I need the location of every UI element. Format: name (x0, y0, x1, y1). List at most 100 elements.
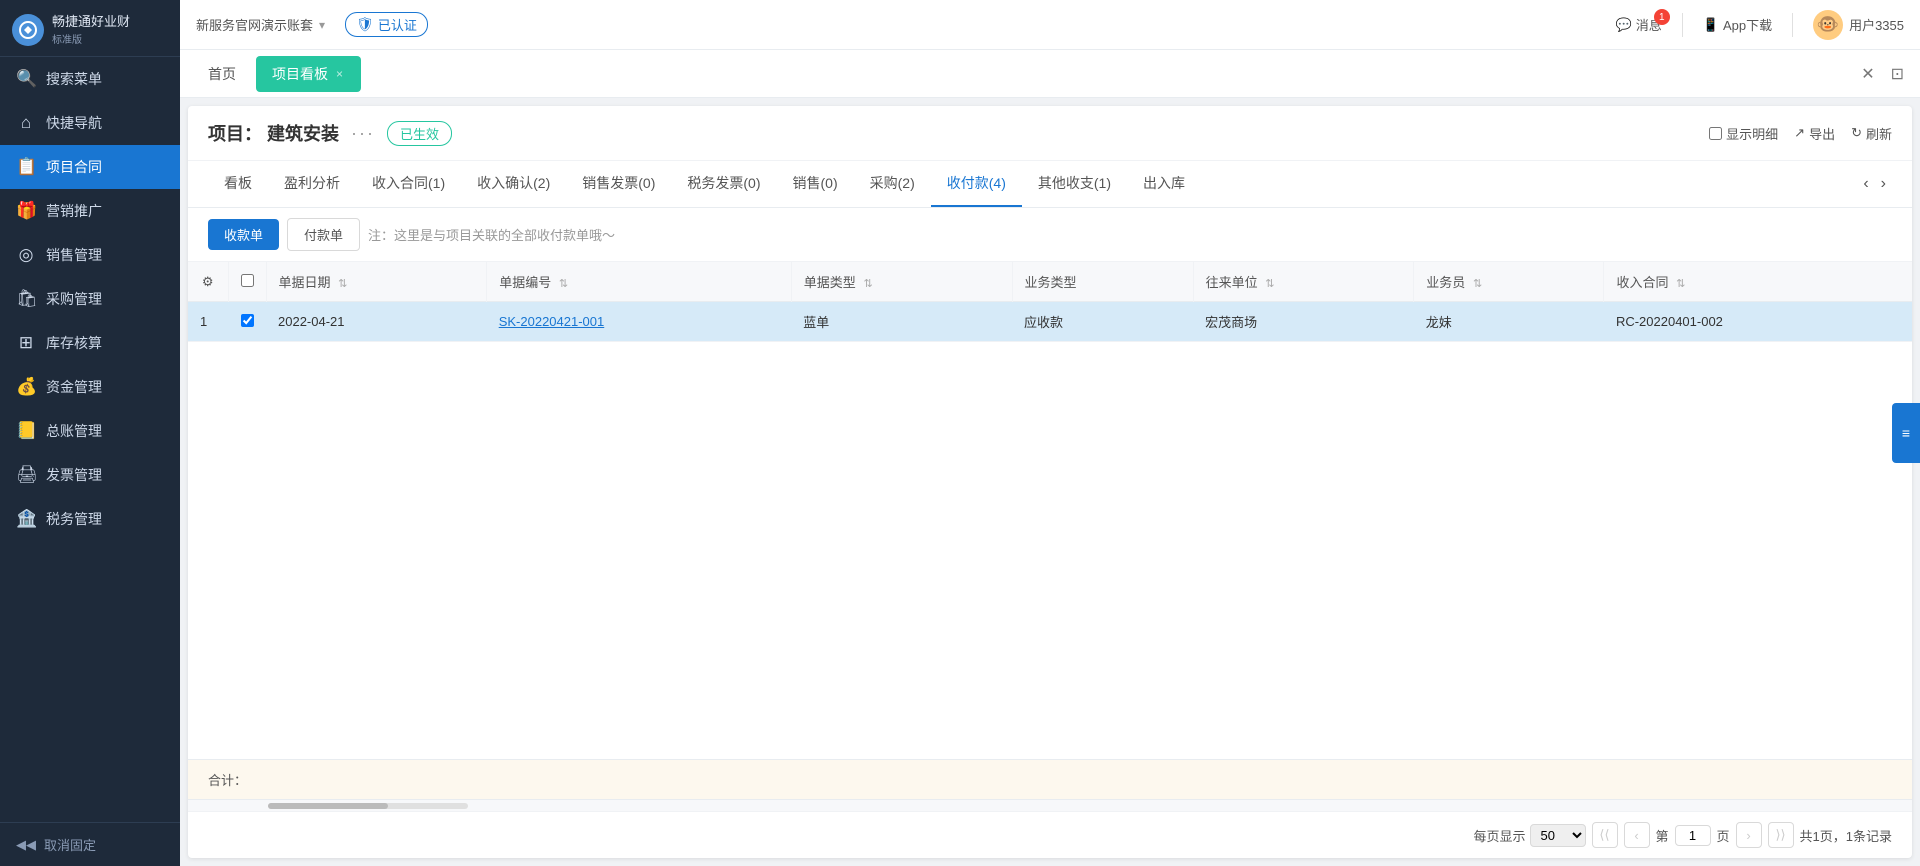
row-checkbox[interactable] (241, 314, 254, 327)
right-panel-toggle[interactable]: ≡ (1892, 403, 1920, 463)
app-name-block: 畅捷通好业财 标准版 (52, 14, 130, 46)
settings-icon: ⚙ (202, 274, 214, 289)
sidebar-item-project-contract[interactable]: 📋 项目合同 (0, 145, 180, 189)
sidebar-item-marketing[interactable]: 🎁 营销推广 (0, 189, 180, 233)
sidebar-item-invoice[interactable]: 🖨 发票管理 (0, 453, 180, 497)
th-partner[interactable]: 往来单位 ⇅ (1193, 262, 1414, 302)
subtab-prev-icon[interactable]: ‹ (1857, 167, 1874, 201)
tax-icon: 🏦 (16, 509, 36, 529)
main-area: 新服务官网演示账套 ▾ 🛡 已认证 💬 消息 1 📱 App下载 🐵 用户335… (180, 0, 1920, 866)
app-download-btn[interactable]: 📱 App下载 (1703, 15, 1772, 34)
subtab-nav: ‹ › (1857, 167, 1892, 201)
subtab-tax-invoice[interactable]: 税务发票(0) (671, 161, 776, 207)
sidebar-menu: 🔍 搜索菜单 ⌂ 快捷导航 📋 项目合同 🎁 营销推广 ◎ 销售管理 🛍 采购管… (0, 57, 180, 822)
tabbar-actions: ✕ ⊡ (1857, 60, 1908, 88)
subtab-warehouse[interactable]: 出入库 (1127, 161, 1201, 207)
more-options-btn[interactable]: ··· (351, 123, 375, 144)
sidebar-item-label: 税务管理 (46, 509, 102, 529)
subtab-sales[interactable]: 销售(0) (777, 161, 854, 207)
tab-home[interactable]: 首页 (192, 56, 252, 92)
refresh-btn[interactable]: ↻ 刷新 (1851, 124, 1892, 143)
tab-close-icon[interactable]: × (334, 67, 345, 81)
cell-type: 蓝单 (791, 302, 1012, 342)
subtab-payment[interactable]: 收付款(4) (931, 161, 1022, 207)
cell-index: 1 (188, 302, 228, 342)
table-footer: 合计： (188, 759, 1912, 799)
sidebar-item-ledger[interactable]: 📒 总账管理 (0, 409, 180, 453)
subtab-purchase[interactable]: 采购(2) (854, 161, 931, 207)
th-salesman[interactable]: 业务员 ⇅ (1414, 262, 1604, 302)
cell-check[interactable] (228, 302, 266, 342)
sub-toolbar-note: 注：这里是与项目关联的全部收付款单哦～ (368, 225, 615, 244)
th-type-label: 单据类型 (804, 275, 856, 290)
th-number[interactable]: 单据编号 ⇅ (487, 262, 792, 302)
page-size-dropdown[interactable]: 20 50 100 (1530, 824, 1586, 847)
sidebar-item-search[interactable]: 🔍 搜索菜单 (0, 57, 180, 101)
page-size-select[interactable]: 每页显示 20 50 100 (1473, 824, 1585, 847)
messages-btn[interactable]: 💬 消息 1 (1616, 15, 1662, 34)
sidebar-item-sales[interactable]: ◎ 销售管理 (0, 233, 180, 277)
ledger-icon: 📒 (16, 421, 36, 441)
tab-project-board[interactable]: 项目看板 × (256, 56, 361, 92)
panel-icon: ≡ (1902, 425, 1910, 441)
sub-toolbar: 收款单 付款单 注：这里是与项目关联的全部收付款单哦～ (188, 208, 1912, 262)
sort-icon: ⇅ (338, 278, 347, 290)
scrollbar-row[interactable] (188, 799, 1912, 811)
subtab-income-contract[interactable]: 收入合同(1) (356, 161, 461, 207)
page-prev-btn[interactable]: ‹ (1624, 822, 1650, 848)
home-icon: ⌂ (16, 113, 36, 133)
th-type[interactable]: 单据类型 ⇅ (791, 262, 1012, 302)
sidebar-item-inventory[interactable]: ⊞ 库存核算 (0, 321, 180, 365)
subtab-profit[interactable]: 盈利分析 (268, 161, 356, 207)
sidebar-item-label: 资金管理 (46, 377, 102, 397)
project-header: 项目： 建筑安装 ··· 已生效 显示明细 ↗ 导出 ↻ 刷新 (188, 106, 1912, 161)
sort-icon2: ⇅ (559, 278, 568, 290)
sidebar-item-label: 采购管理 (46, 289, 102, 309)
unpin-icon: ◀◀ (16, 837, 36, 853)
content-panel: 项目： 建筑安装 ··· 已生效 显示明细 ↗ 导出 ↻ 刷新 (188, 106, 1912, 858)
refresh-icon: ↻ (1851, 125, 1862, 141)
subtab-kanban[interactable]: 看板 (208, 161, 268, 207)
subtab-sales-invoice[interactable]: 销售发票(0) (566, 161, 671, 207)
subtab-other[interactable]: 其他收支(1) (1022, 161, 1127, 207)
sidebar-item-capital[interactable]: 💰 资金管理 (0, 365, 180, 409)
select-all-checkbox[interactable] (241, 274, 254, 287)
app-name: 畅捷通好业财 (52, 14, 130, 31)
cell-number[interactable]: SK-20220421-001 (487, 302, 792, 342)
cell-income-contract: RC-20220401-002 (1604, 302, 1912, 342)
page-next-btn[interactable]: › (1736, 822, 1762, 848)
show-detail-toggle[interactable]: 显示明细 (1709, 124, 1778, 143)
tab-project-board-label: 项目看板 (272, 64, 328, 84)
user-menu[interactable]: 🐵 用户3355 (1813, 10, 1904, 40)
th-checkbox[interactable] (228, 262, 266, 302)
scrollbar-thumb[interactable] (268, 803, 388, 809)
th-date[interactable]: 单据日期 ⇅ (266, 262, 487, 302)
sidebar-item-label: 库存核算 (46, 333, 102, 353)
th-settings[interactable]: ⚙ (188, 262, 228, 302)
account-name: 新服务官网演示账套 (196, 15, 313, 34)
scrollbar-track[interactable] (268, 803, 468, 809)
sidebar-unpin[interactable]: ◀◀ 取消固定 (0, 822, 180, 866)
window-close-btn[interactable]: ✕ (1857, 60, 1878, 88)
payment-payment-btn[interactable]: 付款单 (287, 218, 360, 251)
page-last-btn[interactable]: ⟩⟩ (1768, 822, 1794, 848)
account-selector[interactable]: 新服务官网演示账套 ▾ (196, 15, 325, 34)
sidebar-item-label: 销售管理 (46, 245, 102, 265)
subtab-income-confirm[interactable]: 收入确认(2) (461, 161, 566, 207)
show-detail-checkbox[interactable] (1709, 127, 1722, 140)
page-suffix: 页 (1717, 826, 1730, 845)
purchase-icon: 🛍 (16, 289, 36, 309)
topbar-right: 💬 消息 1 📱 App下载 🐵 用户3355 (1616, 10, 1904, 40)
sidebar-item-purchase[interactable]: 🛍 采购管理 (0, 277, 180, 321)
sidebar-item-quicknav[interactable]: ⌂ 快捷导航 (0, 101, 180, 145)
th-income-contract[interactable]: 收入合同 ⇅ (1604, 262, 1912, 302)
export-btn[interactable]: ↗ 导出 (1794, 124, 1835, 143)
window-maximize-btn[interactable]: ⊡ (1887, 60, 1908, 88)
payment-receipt-btn[interactable]: 收款单 (208, 219, 279, 250)
page-number-input[interactable] (1675, 825, 1711, 846)
cell-salesman: 龙妹 (1414, 302, 1604, 342)
table-row[interactable]: 1 2022-04-21 SK-20220421-001 蓝单 应收款 宏茂商场… (188, 302, 1912, 342)
sidebar-item-tax[interactable]: 🏦 税务管理 (0, 497, 180, 541)
subtab-next-icon[interactable]: › (1875, 167, 1892, 201)
page-first-btn[interactable]: ⟨⟨ (1592, 822, 1618, 848)
